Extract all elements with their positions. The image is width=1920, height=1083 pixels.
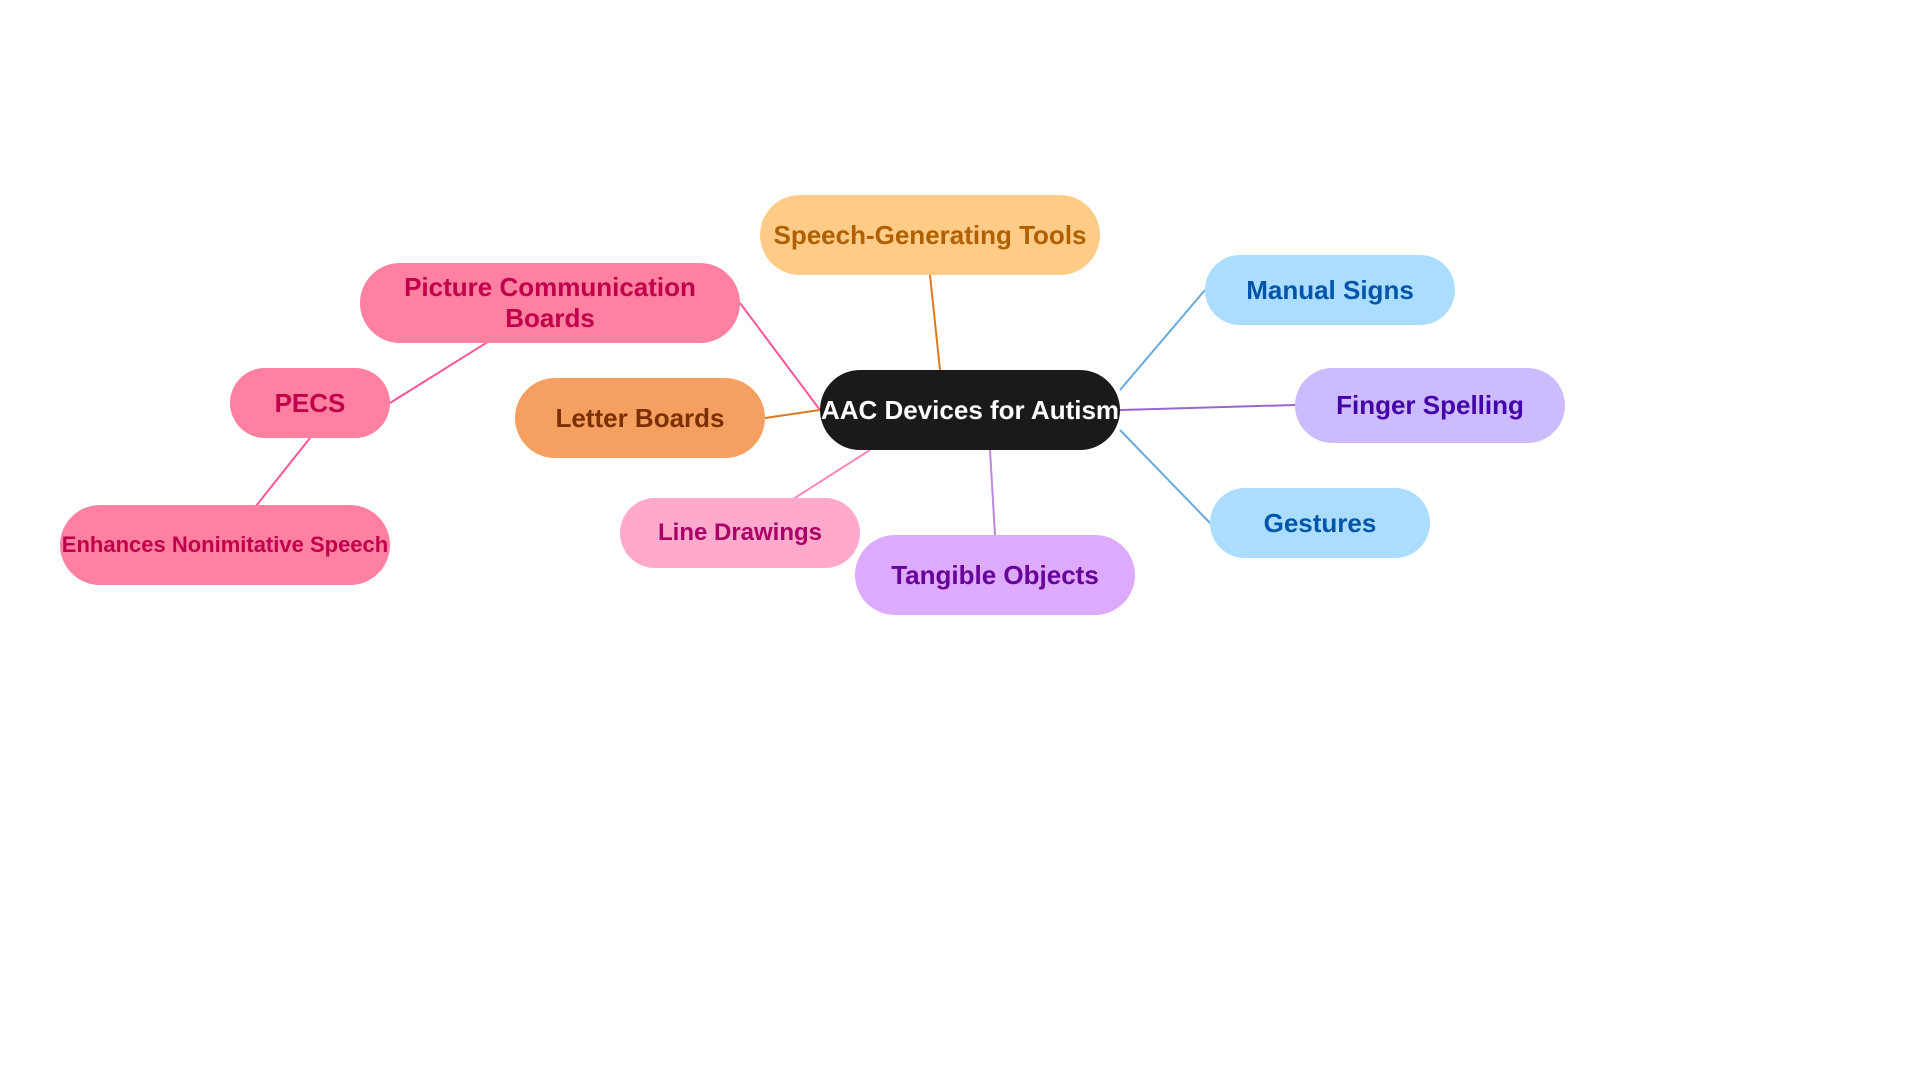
pecs-node[interactable]: PECS: [230, 368, 390, 438]
speech-gen-node[interactable]: Speech-Generating Tools: [760, 195, 1100, 275]
gestures-node[interactable]: Gestures: [1210, 488, 1430, 558]
enhances-label: Enhances Nonimitative Speech: [62, 532, 388, 558]
center-node[interactable]: AAC Devices for Autism: [820, 370, 1120, 450]
pecs-label: PECS: [275, 388, 346, 419]
line-drawings-node[interactable]: Line Drawings: [620, 498, 860, 568]
speech-gen-label: Speech-Generating Tools: [773, 220, 1086, 251]
center-node-label: AAC Devices for Autism: [821, 395, 1119, 426]
enhances-node[interactable]: Enhances Nonimitative Speech: [60, 505, 390, 585]
letter-boards-label: Letter Boards: [555, 403, 724, 434]
tangible-label: Tangible Objects: [891, 560, 1099, 591]
manual-signs-node[interactable]: Manual Signs: [1205, 255, 1455, 325]
picture-comm-label: Picture Communication Boards: [360, 272, 740, 334]
letter-boards-node[interactable]: Letter Boards: [515, 378, 765, 458]
finger-spelling-node[interactable]: Finger Spelling: [1295, 368, 1565, 443]
manual-signs-label: Manual Signs: [1246, 275, 1414, 306]
line-drawings-label: Line Drawings: [658, 519, 822, 547]
gestures-label: Gestures: [1264, 508, 1377, 539]
finger-spelling-label: Finger Spelling: [1336, 390, 1524, 421]
picture-comm-node[interactable]: Picture Communication Boards: [360, 263, 740, 343]
tangible-node[interactable]: Tangible Objects: [855, 535, 1135, 615]
